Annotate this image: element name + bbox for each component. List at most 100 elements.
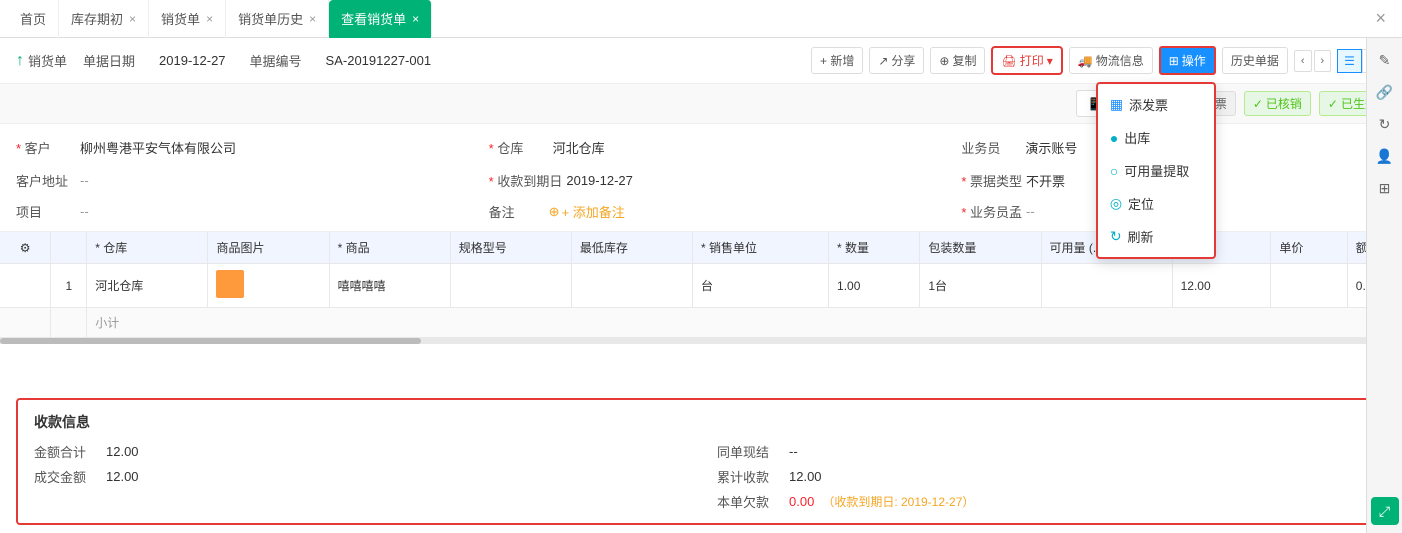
- col-warehouse: * 仓库: [87, 232, 208, 264]
- logistics-button[interactable]: 🚚 物流信息: [1069, 47, 1153, 74]
- add-invoice-icon: ▦: [1110, 96, 1123, 113]
- customer-field: 客户 柳州粤港平安气体有限公司: [16, 136, 441, 159]
- tab-sales-history[interactable]: 销货单历史 ×: [226, 0, 329, 38]
- customer-addr-field: 客户地址 --: [16, 171, 441, 190]
- transaction-value: 12.00: [106, 469, 139, 484]
- number-value: SA-20191227-001: [326, 53, 432, 68]
- sidebar-table-icon[interactable]: ⊞: [1371, 174, 1399, 202]
- salesperson2-value: --: [1022, 202, 1039, 221]
- toolbar: + 新增 ↗ 分享 ⊕ 复制 🖨 打印 ▾ 🚚 物流信息 ⊞: [811, 46, 1386, 75]
- tab-home[interactable]: 首页: [8, 0, 59, 38]
- sidebar-link-icon[interactable]: 🔗: [1371, 78, 1399, 106]
- same-order-label: 同单现结: [717, 442, 781, 461]
- col-min-stock: 最低库存: [571, 232, 692, 264]
- logistics-icon: 🚚: [1078, 54, 1093, 68]
- col-num: [51, 232, 87, 264]
- copy-icon: ⊕: [939, 54, 949, 68]
- tab-view-sales[interactable]: 查看销货单 ×: [329, 0, 432, 38]
- project-label: 项目: [16, 202, 76, 221]
- close-tab-history[interactable]: ×: [309, 12, 316, 26]
- row-available: [1041, 264, 1172, 308]
- available-qty-icon: ○: [1110, 163, 1118, 179]
- operations-wrap: ⊞ 操作 ▦ 添发票 ● 出库 ○ 可用量提取: [1159, 46, 1216, 75]
- sidebar-expand-icon[interactable]: ⤢: [1371, 497, 1399, 525]
- customer-addr-label: 客户地址: [16, 171, 76, 190]
- sidebar-refresh-icon[interactable]: ↻: [1371, 110, 1399, 138]
- col-gear: ⚙: [0, 232, 51, 264]
- tab-inventory-init[interactable]: 库存期初 ×: [59, 0, 149, 38]
- project-field: 项目 --: [16, 202, 441, 221]
- prev-arrow[interactable]: ‹: [1294, 50, 1312, 72]
- warehouse-label: 仓库: [489, 138, 549, 157]
- payment-section: 收款信息 金额合计 12.00 同单现结 -- 成交金额 12.00 累计收款 …: [16, 398, 1386, 525]
- horizontal-scrollbar[interactable]: [0, 338, 1402, 344]
- col-unit-price: 单价: [1271, 232, 1347, 264]
- add-note-icon: ⊕: [549, 204, 560, 220]
- warehouse-value: 河北仓库: [549, 136, 609, 159]
- dropdown-available-qty[interactable]: ○ 可用量提取: [1098, 154, 1214, 187]
- warehouse-field: 仓库 河北仓库: [489, 136, 914, 159]
- window-close-button[interactable]: ×: [1367, 8, 1394, 29]
- subtotal-label: 小计: [87, 308, 1402, 338]
- note-field: 备注 ⊕ + 添加备注: [489, 202, 914, 221]
- product-thumbnail: [216, 270, 244, 298]
- payment-due-label: 收款到期日: [489, 171, 563, 190]
- tab-sales-order[interactable]: 销货单 ×: [149, 0, 226, 38]
- scrollbar-thumb[interactable]: [0, 338, 421, 344]
- row-unit-price: [1271, 264, 1347, 308]
- history-button[interactable]: 历史单据: [1222, 47, 1288, 74]
- print-dropdown-icon: ▾: [1047, 54, 1053, 68]
- total-value: 12.00: [106, 444, 139, 459]
- date-value: 2019-12-27: [159, 53, 226, 68]
- row-product-img: [208, 264, 329, 308]
- next-arrow[interactable]: ›: [1314, 50, 1332, 72]
- dropdown-add-invoice[interactable]: ▦ 添发票: [1098, 88, 1214, 121]
- close-tab-view[interactable]: ×: [412, 12, 419, 26]
- payment-cumulative-row: 累计收款 12.00: [717, 467, 1368, 486]
- share-icon: ↗: [878, 54, 888, 68]
- row-min-stock: [571, 264, 692, 308]
- balance-label: 本单欠款: [717, 492, 781, 511]
- same-order-value: --: [789, 444, 798, 459]
- col-sales-unit: * 销售单位: [693, 232, 829, 264]
- main-content: ↑ 销货单 单据日期 2019-12-27 单据编号 SA-20191227-0…: [0, 38, 1402, 533]
- checked-badge: ✓ 已核销: [1244, 91, 1311, 116]
- close-tab-inventory[interactable]: ×: [129, 12, 136, 26]
- view-list-btn[interactable]: ☰: [1337, 49, 1362, 73]
- close-tab-sales[interactable]: ×: [206, 12, 213, 26]
- dropdown-outbound[interactable]: ● 出库: [1098, 121, 1214, 154]
- row-quantity: 1.00: [829, 264, 920, 308]
- payment-total-row: 金额合计 12.00: [34, 442, 685, 461]
- cumulative-label: 累计收款: [717, 467, 781, 486]
- nav-arrows: ‹ ›: [1294, 50, 1331, 72]
- salesperson-label: 业务员: [961, 138, 1021, 157]
- doc-type: ↑ 销货单: [16, 51, 67, 70]
- dropdown-locate[interactable]: ◎ 定位: [1098, 187, 1214, 220]
- ticket-type-value: 不开票: [1022, 169, 1069, 192]
- checked-icon: ✓: [1253, 97, 1263, 111]
- row-num: 1: [51, 264, 87, 308]
- payment-due-field: 收款到期日 2019-12-27: [489, 171, 914, 190]
- dropdown-refresh[interactable]: ↻ 刷新: [1098, 220, 1214, 253]
- doc-header: ↑ 销货单 单据日期 2019-12-27 单据编号 SA-20191227-0…: [0, 38, 1402, 84]
- copy-button[interactable]: ⊕ 复制: [930, 47, 985, 74]
- balance-note: （收款到期日: 2019-12-27）: [822, 493, 974, 510]
- sidebar-edit-icon[interactable]: ✎: [1371, 46, 1399, 74]
- share-button[interactable]: ↗ 分享: [869, 47, 924, 74]
- ticket-type-label: 票据类型: [961, 171, 1022, 190]
- sidebar-person-icon[interactable]: 👤: [1371, 142, 1399, 170]
- payment-same-order-row: 同单现结 --: [717, 442, 1368, 461]
- col-pack-qty: 包装数量: [920, 232, 1041, 264]
- total-label: 金额合计: [34, 442, 98, 461]
- cumulative-value: 12.00: [789, 469, 822, 484]
- doc-type-icon: ↑: [16, 52, 24, 70]
- payment-transaction-row: 成交金额 12.00: [34, 467, 685, 486]
- new-button[interactable]: + 新增: [811, 47, 863, 74]
- note-label: 备注: [489, 202, 549, 221]
- salesperson-value: 演示账号: [1021, 136, 1081, 159]
- print-button[interactable]: 🖨 打印 ▾: [991, 46, 1062, 75]
- add-note-link[interactable]: ⊕ + 添加备注: [549, 202, 625, 221]
- refresh-icon: ↻: [1110, 228, 1122, 245]
- customer-value: 柳州粤港平安气体有限公司: [76, 136, 240, 159]
- operations-button[interactable]: ⊞ 操作: [1159, 46, 1216, 75]
